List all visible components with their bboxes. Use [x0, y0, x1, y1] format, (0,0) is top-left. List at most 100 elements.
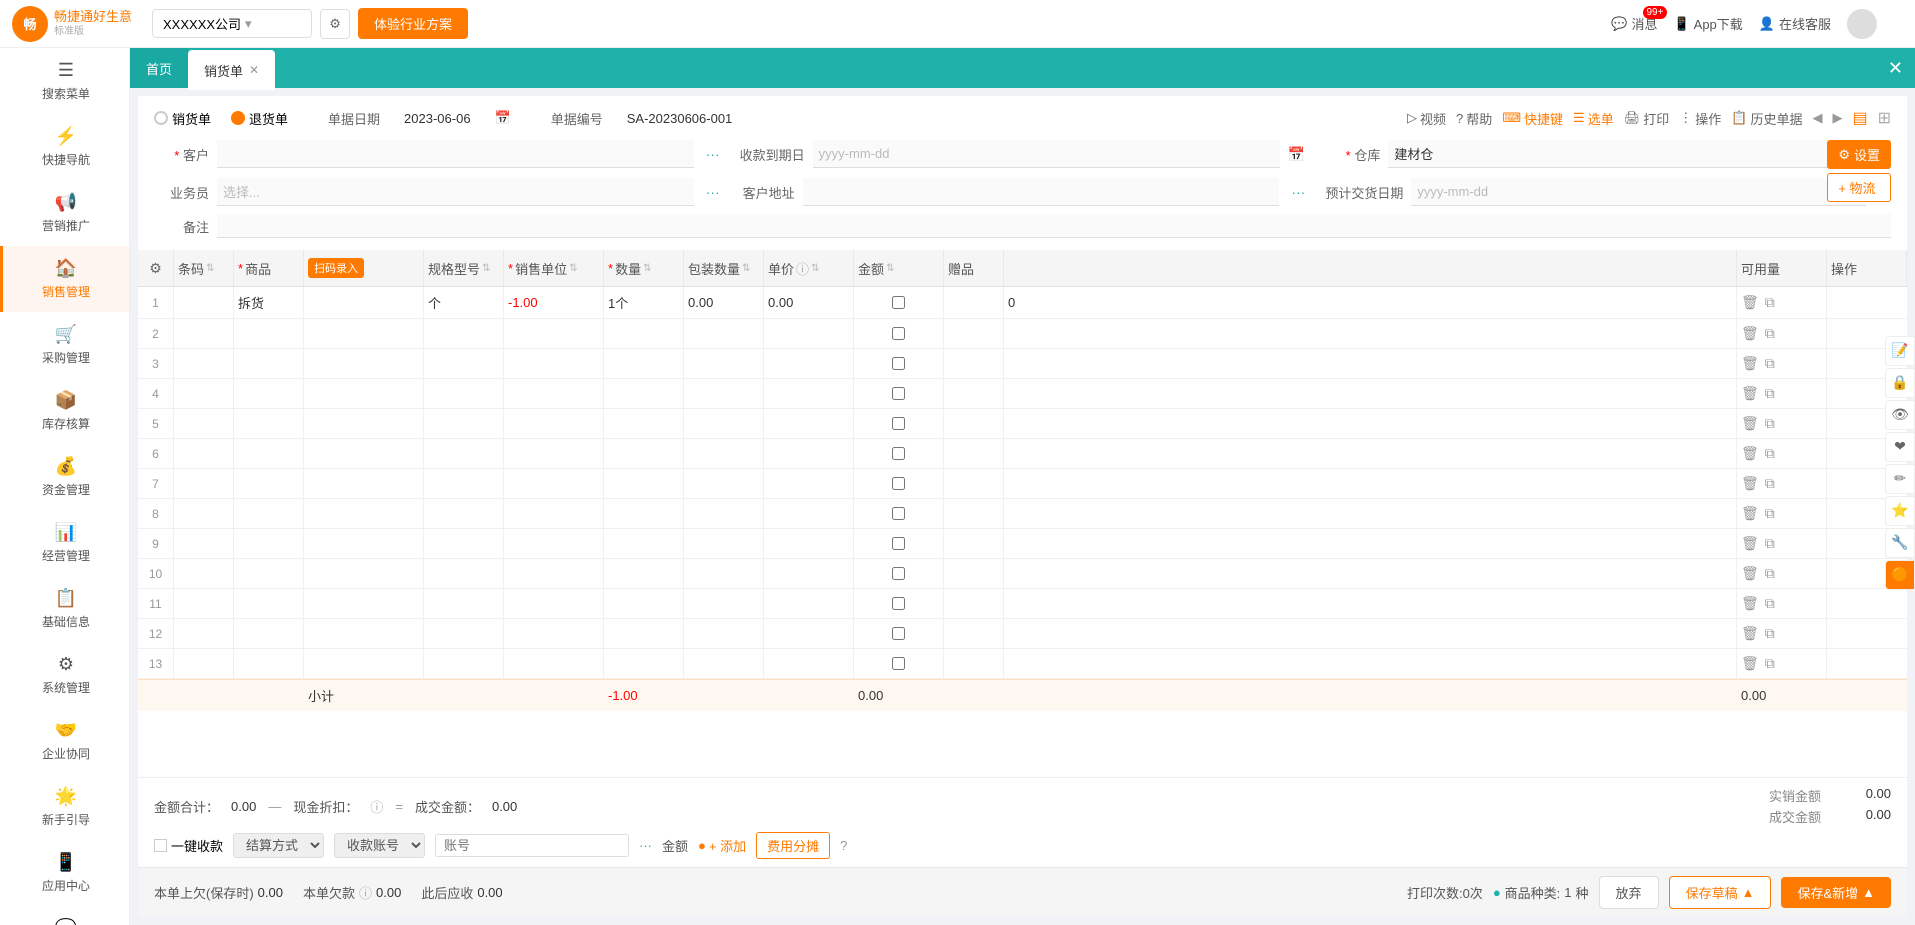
sidebar-item-wechat[interactable]: 💬 企业微信 — [0, 906, 129, 925]
row1-unit-price[interactable]: 0.00 — [684, 287, 764, 318]
sidebar-item-inventory[interactable]: 📦 库存核算 — [0, 378, 129, 444]
row11-gift-checkbox[interactable] — [892, 597, 905, 610]
copy-icon[interactable]: ⧉ — [1765, 595, 1775, 612]
sidebar-item-guide[interactable]: 🌟 新手引导 — [0, 774, 129, 840]
delivery-date-input[interactable]: yyyy-mm-dd — [1411, 178, 1865, 206]
settlement-method-select[interactable]: 结算方式 — [233, 833, 324, 858]
ops-btn[interactable]: ⋮ 操作 — [1679, 109, 1721, 128]
row13-gift-checkbox[interactable] — [892, 657, 905, 670]
copy-icon[interactable]: ⧉ — [1765, 325, 1775, 342]
row1-sales-unit[interactable]: 个 — [424, 287, 504, 318]
message-icon[interactable]: 💬 消息 99+ — [1611, 14, 1657, 33]
delete-icon[interactable]: 🗑 — [1741, 294, 1759, 311]
delete-icon[interactable]: 🗑 — [1741, 625, 1759, 642]
copy-icon[interactable]: ⧉ — [1765, 475, 1775, 492]
salesperson-select-icon[interactable]: ··· — [706, 184, 720, 200]
row9-gift-checkbox[interactable] — [892, 537, 905, 550]
row7-gift-checkbox[interactable] — [892, 477, 905, 490]
sidebar-item-app[interactable]: 📱 应用中心 — [0, 840, 129, 906]
copy-icon[interactable]: ⧉ — [1765, 625, 1775, 642]
tab-home[interactable]: 首页 — [130, 48, 188, 88]
address-input[interactable] — [803, 178, 1280, 206]
one-click-payment-checkbox[interactable]: 一键收款 — [154, 836, 223, 855]
expense-split-btn[interactable]: 费用分摊 — [756, 832, 830, 859]
radio-sales[interactable]: 销货单 — [154, 109, 211, 128]
row1-gift[interactable] — [854, 287, 944, 318]
copy-icon[interactable]: ⧉ — [1765, 294, 1775, 311]
radio-return[interactable]: 退货单 — [231, 109, 288, 128]
right-panel-note[interactable]: 📝 — [1885, 336, 1915, 366]
sidebar-item-quick-nav[interactable]: ⚡ 快捷导航 — [0, 114, 129, 180]
sidebar-item-basic[interactable]: 📋 基础信息 — [0, 576, 129, 642]
right-panel-lock[interactable]: 🔒 — [1885, 368, 1915, 398]
row1-quantity[interactable]: -1.00 — [504, 287, 604, 318]
delete-icon[interactable]: 🗑 — [1741, 475, 1759, 492]
row8-gift-checkbox[interactable] — [892, 507, 905, 520]
save-draft-button[interactable]: 保存草稿 ▲ — [1669, 876, 1772, 909]
account-input[interactable] — [435, 834, 629, 857]
collection-date-calendar-icon[interactable]: 📅 — [1288, 146, 1305, 163]
settings-icon[interactable]: ⚙ — [320, 9, 350, 39]
avatar[interactable] — [1847, 9, 1877, 39]
row1-amount[interactable]: 0.00 — [764, 287, 854, 318]
print-btn[interactable]: 🖨 打印 — [1624, 109, 1670, 128]
trial-button[interactable]: 体验行业方案 — [358, 8, 468, 39]
shortcut-btn[interactable]: ⌨ 快捷键 — [1502, 109, 1563, 128]
row2-gift-checkbox[interactable] — [892, 327, 905, 340]
right-panel-favorite[interactable]: ❤ — [1885, 432, 1915, 462]
scan-button[interactable]: 扫码录入 — [308, 258, 364, 278]
row10-gift-checkbox[interactable] — [892, 567, 905, 580]
row1-gift-checkbox[interactable] — [892, 296, 905, 309]
delete-icon[interactable]: 🗑 — [1741, 385, 1759, 402]
row5-gift-checkbox[interactable] — [892, 417, 905, 430]
right-panel-action[interactable]: 🟠 — [1885, 560, 1915, 590]
online-service-btn[interactable]: 👤 在线客服 — [1759, 14, 1831, 33]
remark-input[interactable] — [217, 214, 1891, 238]
customer-input[interactable] — [217, 140, 694, 168]
list-view-icon[interactable]: ▤ — [1852, 108, 1867, 128]
save-new-button[interactable]: 保存&新增 ▲ — [1781, 877, 1891, 908]
next-record-icon[interactable]: ▶ — [1832, 110, 1842, 126]
row4-gift-checkbox[interactable] — [892, 387, 905, 400]
add-payment-btn[interactable]: ● + 添加 — [698, 836, 746, 855]
copy-icon[interactable]: ⧉ — [1765, 655, 1775, 672]
sidebar-item-enterprise[interactable]: 🤝 企业协同 — [0, 708, 129, 774]
row12-gift-checkbox[interactable] — [892, 627, 905, 640]
row1-barcode[interactable] — [174, 287, 234, 318]
row1-product[interactable]: 拆货 — [234, 287, 304, 318]
address-select-icon[interactable]: ··· — [1291, 184, 1305, 200]
video-btn[interactable]: ▷ 视频 — [1407, 109, 1446, 128]
row6-gift-checkbox[interactable] — [892, 447, 905, 460]
table-settings-icon[interactable]: ⚙ — [138, 250, 174, 286]
delete-icon[interactable]: 🗑 — [1741, 505, 1759, 522]
sidebar-item-purchase[interactable]: 🛒 采购管理 — [0, 312, 129, 378]
expense-help-icon[interactable]: ? — [840, 838, 847, 853]
delete-icon[interactable]: 🗑 — [1741, 445, 1759, 462]
app-download-btn[interactable]: 📱 App下载 — [1673, 14, 1742, 33]
discard-button[interactable]: 放弃 — [1599, 876, 1659, 909]
delete-icon[interactable]: 🗑 — [1741, 595, 1759, 612]
help-btn[interactable]: ? 帮助 — [1456, 109, 1492, 128]
th-scan[interactable]: 扫码录入 — [304, 250, 424, 286]
sidebar-item-finance[interactable]: 💰 资金管理 — [0, 444, 129, 510]
row1-remark[interactable] — [944, 287, 1004, 318]
prev-record-icon[interactable]: ◀ — [1812, 110, 1822, 126]
copy-icon[interactable]: ⧉ — [1765, 505, 1775, 522]
account-select[interactable]: 收款账号 — [334, 833, 425, 858]
copy-icon[interactable]: ⧉ — [1765, 445, 1775, 462]
delete-icon[interactable]: 🗑 — [1741, 535, 1759, 552]
collection-date-input[interactable]: yyyy-mm-dd — [813, 140, 1280, 168]
settings-btn[interactable]: ⚙ 设置 — [1827, 140, 1891, 169]
history-btn[interactable]: 📋 历史单据 — [1731, 109, 1802, 128]
grid-view-icon[interactable]: ⊞ — [1878, 108, 1891, 128]
calendar-icon[interactable]: 📅 — [495, 110, 511, 126]
warehouse-input[interactable]: 建材仓 — [1388, 140, 1865, 168]
copy-icon[interactable]: ⧉ — [1765, 385, 1775, 402]
sidebar-item-system[interactable]: ⚙ 系统管理 — [0, 642, 129, 708]
row1-pack-qty[interactable]: 1个 — [604, 287, 684, 318]
delete-icon[interactable]: 🗑 — [1741, 655, 1759, 672]
delete-icon[interactable]: 🗑 — [1741, 355, 1759, 372]
delete-icon[interactable]: 🗑 — [1741, 325, 1759, 342]
sidebar-item-marketing[interactable]: 📢 营销推广 — [0, 180, 129, 246]
row1-spec[interactable] — [304, 287, 424, 318]
